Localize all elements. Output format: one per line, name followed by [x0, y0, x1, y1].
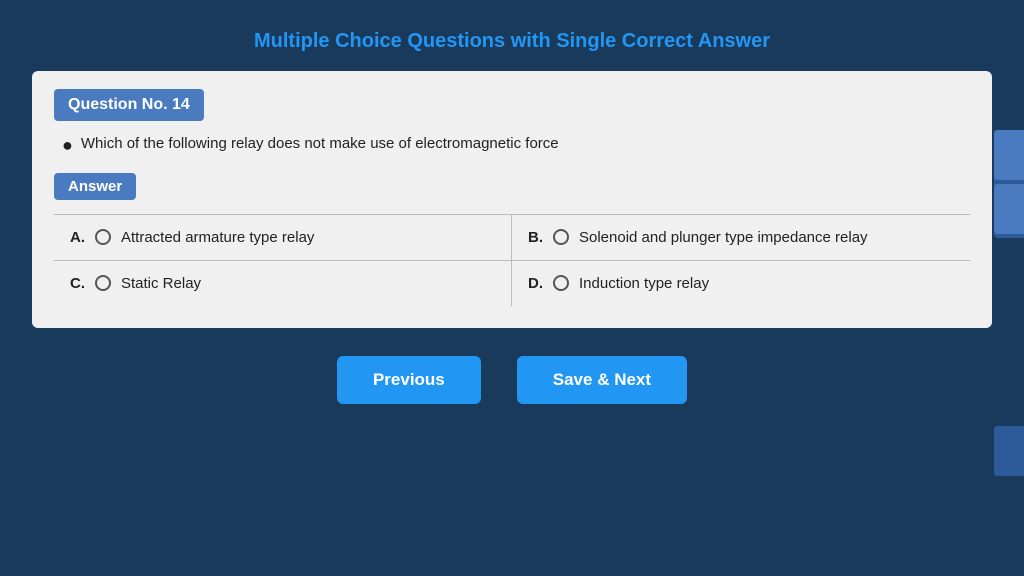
option-d-radio[interactable] — [553, 275, 569, 291]
page-title: Multiple Choice Questions with Single Co… — [0, 30, 1024, 53]
option-d[interactable]: D. Induction type relay — [512, 260, 970, 306]
option-b-text: Solenoid and plunger type impedance rela… — [579, 229, 868, 246]
bullet-icon: ● — [62, 135, 73, 157]
question-body: Which of the following relay does not ma… — [81, 135, 559, 152]
side-tab-bottom-item — [994, 426, 1024, 476]
question-number: Question No. 14 — [54, 89, 204, 121]
option-c[interactable]: C. Static Relay — [54, 260, 512, 306]
side-tab-bottom — [994, 426, 1024, 476]
option-a-label: A. — [70, 229, 85, 246]
side-tab-item-1 — [994, 130, 1024, 180]
option-b-label: B. — [528, 229, 543, 246]
option-b[interactable]: B. Solenoid and plunger type impedance r… — [512, 215, 970, 260]
option-d-text: Induction type relay — [579, 275, 709, 292]
question-card: Question No. 14 ● Which of the following… — [32, 71, 992, 328]
side-tab-item-2 — [994, 184, 1024, 234]
options-grid: A. Attracted armature type relay B. Sole… — [54, 214, 970, 306]
option-a-text: Attracted armature type relay — [121, 229, 314, 246]
option-c-label: C. — [70, 275, 85, 292]
option-b-radio[interactable] — [553, 229, 569, 245]
option-c-text: Static Relay — [121, 275, 201, 292]
option-a-radio[interactable] — [95, 229, 111, 245]
option-d-label: D. — [528, 275, 543, 292]
save-next-button[interactable]: Save & Next — [517, 356, 687, 404]
navigation-buttons: Previous Save & Next — [337, 356, 687, 404]
question-text: ● Which of the following relay does not … — [54, 135, 970, 157]
previous-button[interactable]: Previous — [337, 356, 481, 404]
option-c-radio[interactable] — [95, 275, 111, 291]
answer-label: Answer — [54, 173, 136, 200]
side-tab-right — [994, 130, 1024, 238]
option-a[interactable]: A. Attracted armature type relay — [54, 215, 512, 260]
